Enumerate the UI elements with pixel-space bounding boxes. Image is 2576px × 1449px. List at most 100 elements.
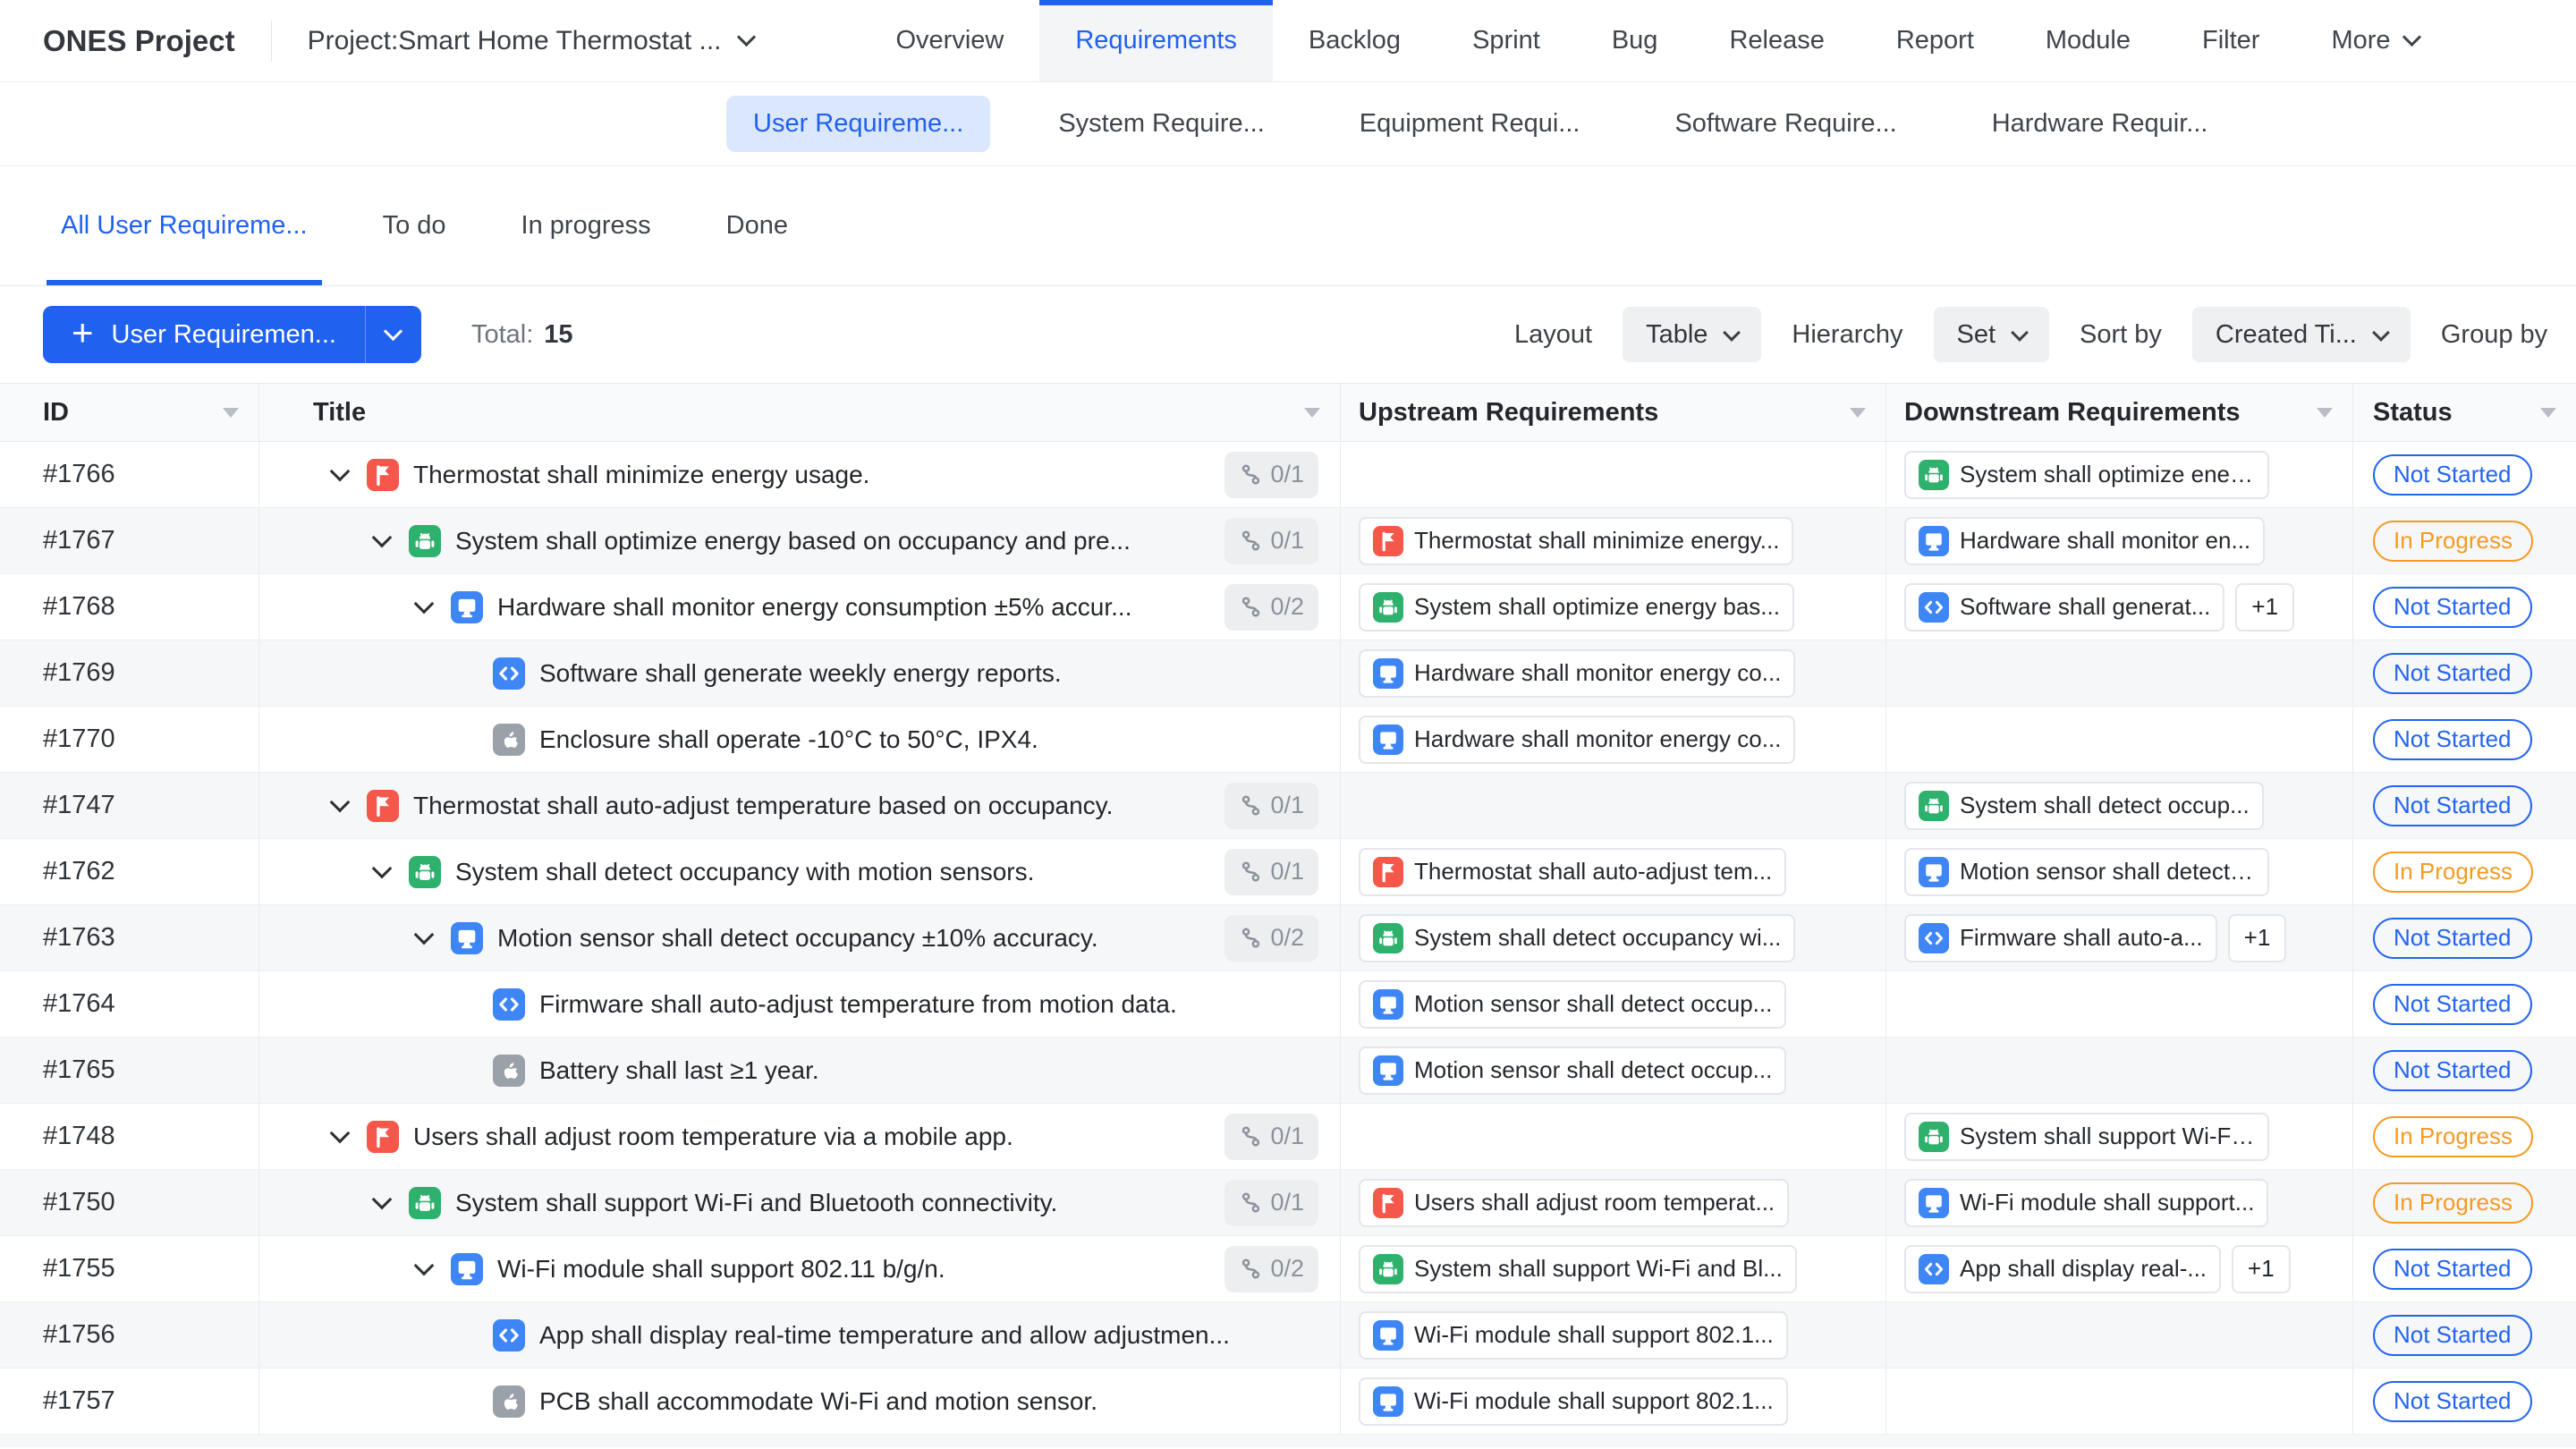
upstream-requirement-chip[interactable]: Users shall adjust room temperat... bbox=[1359, 1178, 1790, 1227]
collapse-caret-icon[interactable] bbox=[371, 527, 393, 548]
status-badge[interactable]: Not Started bbox=[2373, 917, 2532, 959]
filter-triangle-icon[interactable] bbox=[2540, 407, 2556, 418]
status-badge[interactable]: In Progress bbox=[2373, 1115, 2533, 1157]
link-count-badge[interactable]: 0/1 bbox=[1224, 451, 1318, 498]
downstream-requirement-chip[interactable]: System shall detect occup... bbox=[1904, 781, 2264, 830]
upstream-requirement-chip[interactable]: Hardware shall monitor energy co... bbox=[1359, 715, 1796, 764]
nav-tab-overview[interactable]: Overview bbox=[860, 0, 1040, 81]
filter-triangle-icon[interactable] bbox=[1304, 407, 1320, 418]
requirement-title[interactable]: Thermostat shall auto-adjust temperature… bbox=[413, 792, 1113, 820]
requirement-title[interactable]: Hardware shall monitor energy consumptio… bbox=[497, 593, 1131, 622]
subnav-tab-user-requireme[interactable]: User Requireme... bbox=[726, 96, 991, 152]
upstream-requirement-chip[interactable]: System shall optimize energy bas... bbox=[1359, 582, 1794, 631]
link-count-badge[interactable]: 0/2 bbox=[1224, 583, 1318, 631]
status-badge[interactable]: Not Started bbox=[2373, 652, 2532, 694]
requirement-title[interactable]: Battery shall last ≥1 year. bbox=[539, 1056, 819, 1085]
status-badge[interactable]: Not Started bbox=[2373, 1049, 2532, 1091]
nav-tab-bug[interactable]: Bug bbox=[1576, 0, 1694, 81]
table-row[interactable]: #1770 Enclosure shall operate -10°C to 50… bbox=[0, 707, 2576, 773]
requirement-title[interactable]: System shall support Wi-Fi and Bluetooth… bbox=[455, 1189, 1057, 1217]
collapse-caret-icon[interactable] bbox=[329, 792, 351, 813]
downstream-requirement-chip[interactable]: Motion sensor shall detect ... bbox=[1904, 847, 2269, 896]
sortby-select[interactable]: Created Ti... bbox=[2191, 307, 2411, 362]
table-row[interactable]: #1767 System shall optimize energy based … bbox=[0, 508, 2576, 574]
subnav-tab-equipment-requi[interactable]: Equipment Requi... bbox=[1333, 96, 1607, 152]
column-header-downstream[interactable]: Downstream Requirements bbox=[1886, 384, 2353, 441]
nav-tab-sprint[interactable]: Sprint bbox=[1436, 0, 1576, 81]
table-row[interactable]: #1757 PCB shall accommodate Wi-Fi and mot… bbox=[0, 1368, 2576, 1435]
collapse-caret-icon[interactable] bbox=[413, 593, 435, 614]
table-row[interactable]: #1750 System shall support Wi-Fi and Blue… bbox=[0, 1170, 2576, 1236]
table-row[interactable]: #1755 Wi-Fi module shall support 802.11 b… bbox=[0, 1236, 2576, 1302]
create-requirement-dropdown[interactable] bbox=[366, 306, 421, 363]
table-row[interactable]: #1764 Firmware shall auto-adjust temperat… bbox=[0, 971, 2576, 1038]
collapse-caret-icon[interactable] bbox=[413, 924, 435, 945]
filter-tab-to-do[interactable]: To do bbox=[369, 166, 461, 285]
status-badge[interactable]: In Progress bbox=[2373, 1182, 2533, 1224]
requirement-title[interactable]: System shall optimize energy based on oc… bbox=[455, 527, 1131, 555]
status-badge[interactable]: Not Started bbox=[2373, 784, 2532, 826]
nav-tab-module[interactable]: Module bbox=[2010, 0, 2166, 81]
downstream-requirement-chip[interactable]: Hardware shall monitor en... bbox=[1904, 516, 2266, 565]
collapse-caret-icon[interactable] bbox=[413, 1255, 435, 1276]
nav-tab-requirements[interactable]: Requirements bbox=[1039, 0, 1273, 81]
collapse-caret-icon[interactable] bbox=[371, 858, 393, 879]
layout-select[interactable]: Table bbox=[1623, 307, 1762, 362]
collapse-caret-icon[interactable] bbox=[329, 461, 351, 482]
filter-tab-done[interactable]: Done bbox=[712, 166, 802, 285]
subnav-tab-hardware-requir[interactable]: Hardware Requir... bbox=[1965, 96, 2235, 152]
status-badge[interactable]: In Progress bbox=[2373, 520, 2533, 562]
downstream-requirement-chip[interactable]: System shall support Wi-Fi... bbox=[1904, 1112, 2269, 1161]
filter-tab-in-progress[interactable]: In progress bbox=[507, 166, 665, 285]
column-header-id[interactable]: ID bbox=[0, 384, 259, 441]
downstream-requirement-chip[interactable]: Firmware shall auto-a... bbox=[1904, 913, 2217, 962]
link-count-badge[interactable]: 0/1 bbox=[1224, 517, 1318, 564]
upstream-requirement-chip[interactable]: Thermostat shall minimize energy... bbox=[1359, 516, 1794, 565]
nav-tab-filter[interactable]: Filter bbox=[2166, 0, 2295, 81]
table-row[interactable]: #1765 Battery shall last ≥1 year. Motion s… bbox=[0, 1038, 2576, 1104]
requirement-title[interactable]: Wi-Fi module shall support 802.11 b/g/n. bbox=[497, 1255, 945, 1284]
requirement-title[interactable]: Enclosure shall operate -10°C to 50°C, I… bbox=[539, 725, 1038, 754]
subnav-tab-software-require[interactable]: Software Require... bbox=[1648, 96, 1923, 152]
status-badge[interactable]: Not Started bbox=[2373, 718, 2532, 760]
create-requirement-button[interactable]: + User Requiremen... bbox=[43, 314, 365, 352]
upstream-requirement-chip[interactable]: System shall support Wi-Fi and Bl... bbox=[1359, 1244, 1797, 1293]
requirement-title[interactable]: Software shall generate weekly energy re… bbox=[539, 659, 1062, 688]
hierarchy-select[interactable]: Set bbox=[1933, 307, 2050, 362]
upstream-requirement-chip[interactable]: Wi-Fi module shall support 802.1... bbox=[1359, 1377, 1788, 1426]
filter-tab-all-user-requireme[interactable]: All User Requireme... bbox=[47, 166, 322, 285]
status-badge[interactable]: Not Started bbox=[2373, 1248, 2532, 1290]
filter-triangle-icon[interactable] bbox=[1850, 407, 1866, 418]
link-count-badge[interactable]: 0/2 bbox=[1224, 914, 1318, 962]
requirement-title[interactable]: Thermostat shall minimize energy usage. bbox=[413, 461, 869, 489]
link-count-badge[interactable]: 0/1 bbox=[1224, 1179, 1318, 1226]
table-row[interactable]: #1768 Hardware shall monitor energy consu… bbox=[0, 574, 2576, 640]
more-links-chip[interactable]: +1 bbox=[2235, 582, 2295, 631]
project-selector[interactable]: Project:Smart Home Thermostat ... bbox=[308, 0, 756, 81]
upstream-requirement-chip[interactable]: Motion sensor shall detect occup... bbox=[1359, 1046, 1787, 1095]
upstream-requirement-chip[interactable]: Hardware shall monitor energy co... bbox=[1359, 648, 1796, 698]
subnav-tab-system-require[interactable]: System Require... bbox=[1031, 96, 1291, 152]
table-row[interactable]: #1756 App shall display real-time tempera… bbox=[0, 1302, 2576, 1368]
nav-tab-backlog[interactable]: Backlog bbox=[1273, 0, 1436, 81]
table-row[interactable]: #1763 Motion sensor shall detect occupanc… bbox=[0, 905, 2576, 971]
link-count-badge[interactable]: 0/1 bbox=[1224, 848, 1318, 895]
requirement-title[interactable]: System shall detect occupancy with motio… bbox=[455, 858, 1034, 886]
upstream-requirement-chip[interactable]: Motion sensor shall detect occup... bbox=[1359, 979, 1787, 1029]
requirement-title[interactable]: App shall display real-time temperature … bbox=[539, 1321, 1230, 1350]
downstream-requirement-chip[interactable]: System shall optimize ener... bbox=[1904, 450, 2269, 499]
nav-tab-more[interactable]: More bbox=[2295, 0, 2453, 81]
column-header-upstream[interactable]: Upstream Requirements bbox=[1341, 384, 1886, 441]
status-badge[interactable]: Not Started bbox=[2373, 1380, 2532, 1422]
nav-tab-release[interactable]: Release bbox=[1693, 0, 1860, 81]
filter-triangle-icon[interactable] bbox=[2317, 407, 2333, 418]
table-row[interactable]: #1748 Users shall adjust room temperature… bbox=[0, 1104, 2576, 1170]
more-links-chip[interactable]: +1 bbox=[2227, 913, 2287, 962]
table-row[interactable]: #1762 System shall detect occupancy with … bbox=[0, 839, 2576, 905]
requirement-title[interactable]: Firmware shall auto-adjust temperature f… bbox=[539, 990, 1177, 1019]
table-row[interactable]: #1769 Software shall generate weekly ener… bbox=[0, 640, 2576, 707]
status-badge[interactable]: Not Started bbox=[2373, 586, 2532, 628]
filter-triangle-icon[interactable] bbox=[223, 407, 239, 418]
downstream-requirement-chip[interactable]: App shall display real-... bbox=[1904, 1244, 2222, 1293]
status-badge[interactable]: Not Started bbox=[2373, 983, 2532, 1025]
